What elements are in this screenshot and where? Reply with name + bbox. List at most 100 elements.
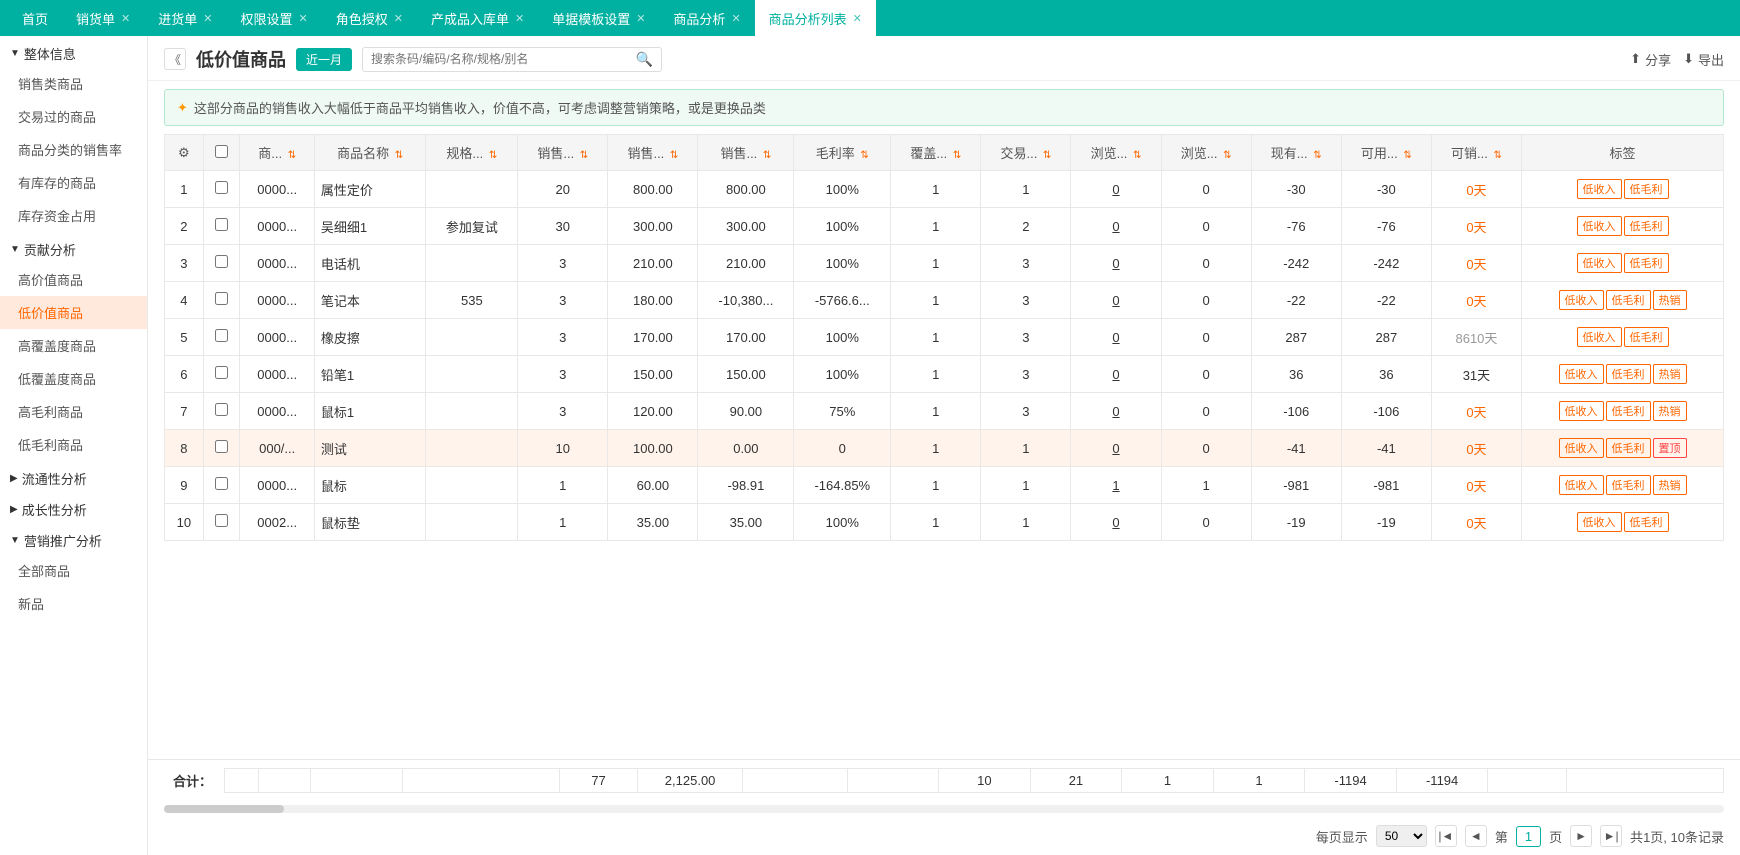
row-select-checkbox[interactable] — [215, 218, 228, 231]
close-icon[interactable]: ✕ — [515, 12, 524, 25]
row-checkbox[interactable] — [203, 430, 240, 467]
col-sales1[interactable]: 销售... ⇅ — [608, 135, 698, 171]
collapse-sidebar-button[interactable]: 《 — [164, 48, 186, 70]
sidebar-item-all-goods[interactable]: 全部商品 — [0, 554, 147, 587]
search-input[interactable] — [371, 52, 630, 66]
col-spec[interactable]: 规格... ⇅ — [426, 135, 518, 171]
nav-product-analysis[interactable]: 商品分析 ✕ — [659, 0, 754, 36]
col-browse2[interactable]: 浏览... ⇅ — [1161, 135, 1251, 171]
row-checkbox[interactable] — [203, 467, 240, 504]
row-checkbox[interactable] — [203, 393, 240, 430]
sidebar-item-high-coverage[interactable]: 高覆盖度商品 — [0, 329, 147, 362]
col-margin[interactable]: 毛利率 ⇅ — [794, 135, 891, 171]
gear-icon[interactable]: ⚙ — [178, 145, 190, 160]
page-size-select[interactable]: 50 20 100 — [1376, 825, 1427, 847]
sidebar-item-low-margin[interactable]: 低毛利商品 — [0, 428, 147, 461]
row-select-checkbox[interactable] — [215, 181, 228, 194]
sidebar-group-contribution[interactable]: ▼ 贡献分析 — [0, 232, 147, 263]
browse-link[interactable]: 0 — [1112, 256, 1119, 271]
browse-link[interactable]: 0 — [1112, 441, 1119, 456]
row-select-checkbox[interactable] — [215, 292, 228, 305]
browse-link[interactable]: 0 — [1112, 367, 1119, 382]
col-trade[interactable]: 交易... ⇅ — [981, 135, 1071, 171]
col-qty[interactable]: 销售... ⇅ — [518, 135, 608, 171]
sidebar-group-growth[interactable]: ▶ 成长性分析 — [0, 492, 147, 523]
row-select-checkbox[interactable] — [215, 366, 228, 379]
row-checkbox[interactable] — [203, 208, 240, 245]
nav-permission[interactable]: 权限设置 ✕ — [226, 0, 321, 36]
nav-home[interactable]: 首页 — [8, 0, 62, 36]
sidebar-item-high-margin[interactable]: 高毛利商品 — [0, 395, 147, 428]
row-sales2: -10,380... — [698, 282, 794, 319]
close-icon[interactable]: ✕ — [394, 12, 403, 25]
sidebar-group-marketing[interactable]: ▼ 营销推广分析 — [0, 523, 147, 554]
last-page-button[interactable]: ►| — [1600, 825, 1622, 847]
col-avail[interactable]: 可用... ⇅ — [1341, 135, 1431, 171]
horizontal-scrollbar[interactable] — [164, 805, 1724, 813]
col-browse1[interactable]: 浏览... ⇅ — [1071, 135, 1161, 171]
next-page-button[interactable]: ► — [1570, 825, 1592, 847]
nav-role-auth[interactable]: 角色授权 ✕ — [322, 0, 417, 36]
sidebar-item-low-coverage[interactable]: 低覆盖度商品 — [0, 362, 147, 395]
sidebar-item-low-value[interactable]: 低价值商品 — [0, 296, 147, 329]
sidebar-group-flow[interactable]: ▶ 流通性分析 — [0, 461, 147, 492]
close-icon[interactable]: ✕ — [731, 12, 740, 25]
date-filter-button[interactable]: 近一月 — [296, 48, 352, 71]
row-checkbox[interactable] — [203, 245, 240, 282]
row-select-checkbox[interactable] — [215, 477, 228, 490]
prev-page-button[interactable]: ◄ — [1465, 825, 1487, 847]
row-checkbox[interactable] — [203, 356, 240, 393]
sidebar-item-new-goods[interactable]: 新品 — [0, 587, 147, 620]
browse-link[interactable]: 1 — [1112, 478, 1119, 493]
col-name[interactable]: 商品名称 ⇅ — [314, 135, 426, 171]
row-browse1[interactable]: 1 — [1071, 467, 1161, 504]
row-select-checkbox[interactable] — [215, 329, 228, 342]
col-current[interactable]: 现有... ⇅ — [1251, 135, 1341, 171]
close-icon[interactable]: ✕ — [299, 12, 308, 25]
close-icon[interactable]: ✕ — [121, 12, 130, 25]
row-select-checkbox[interactable] — [215, 403, 228, 416]
sidebar-item-traded-goods[interactable]: 交易过的商品 — [0, 100, 147, 133]
row-checkbox[interactable] — [203, 504, 240, 541]
close-icon[interactable]: ✕ — [636, 12, 645, 25]
close-icon[interactable]: ✕ — [853, 12, 862, 25]
browse-link[interactable]: 0 — [1112, 515, 1119, 530]
sidebar-item-high-value[interactable]: 高价值商品 — [0, 263, 147, 296]
row-checkbox[interactable] — [203, 319, 240, 356]
sidebar-item-sales-goods[interactable]: 销售类商品 — [0, 67, 147, 100]
browse-link[interactable]: 0 — [1112, 293, 1119, 308]
sort-icon: ⇅ — [1403, 150, 1411, 161]
sidebar-item-stock-goods[interactable]: 有库存的商品 — [0, 166, 147, 199]
sidebar-group-overview[interactable]: ▼ 整体信息 — [0, 36, 147, 67]
row-select-checkbox[interactable] — [215, 255, 228, 268]
search-icon[interactable]: 🔍 — [636, 51, 653, 68]
close-icon[interactable]: ✕ — [203, 12, 212, 25]
row-margin: 0 — [794, 430, 891, 467]
browse-link[interactable]: 0 — [1112, 404, 1119, 419]
browse-link[interactable]: 0 — [1112, 330, 1119, 345]
select-all-checkbox[interactable] — [215, 145, 228, 158]
nav-template[interactable]: 单据模板设置 ✕ — [538, 0, 659, 36]
col-gear[interactable]: ⚙ — [165, 135, 204, 171]
browse-link[interactable]: 0 — [1112, 182, 1119, 197]
row-cover: 1 — [891, 319, 981, 356]
row-current: -22 — [1251, 282, 1341, 319]
col-cover[interactable]: 覆盖... ⇅ — [891, 135, 981, 171]
col-code[interactable]: 商... ⇅ — [240, 135, 314, 171]
first-page-button[interactable]: |◄ — [1435, 825, 1457, 847]
share-button[interactable]: ⬆ 分享 — [1630, 50, 1671, 69]
sidebar-item-stock-capital[interactable]: 库存资金占用 — [0, 199, 147, 232]
nav-sales-order[interactable]: 销货单 ✕ — [62, 0, 144, 36]
browse-link[interactable]: 0 — [1112, 219, 1119, 234]
row-select-checkbox[interactable] — [215, 514, 228, 527]
nav-product-in[interactable]: 产成品入库单 ✕ — [417, 0, 538, 36]
row-checkbox[interactable] — [203, 171, 240, 208]
row-checkbox[interactable] — [203, 282, 240, 319]
col-salable[interactable]: 可销... ⇅ — [1431, 135, 1521, 171]
sidebar-item-category-rate[interactable]: 商品分类的销售率 — [0, 133, 147, 166]
export-button[interactable]: ⬇ 导出 — [1683, 50, 1724, 69]
nav-analysis-list[interactable]: 商品分析列表 ✕ — [755, 0, 876, 36]
nav-purchase-order[interactable]: 进货单 ✕ — [144, 0, 226, 36]
row-select-checkbox[interactable] — [215, 440, 228, 453]
col-sales2[interactable]: 销售... ⇅ — [698, 135, 794, 171]
